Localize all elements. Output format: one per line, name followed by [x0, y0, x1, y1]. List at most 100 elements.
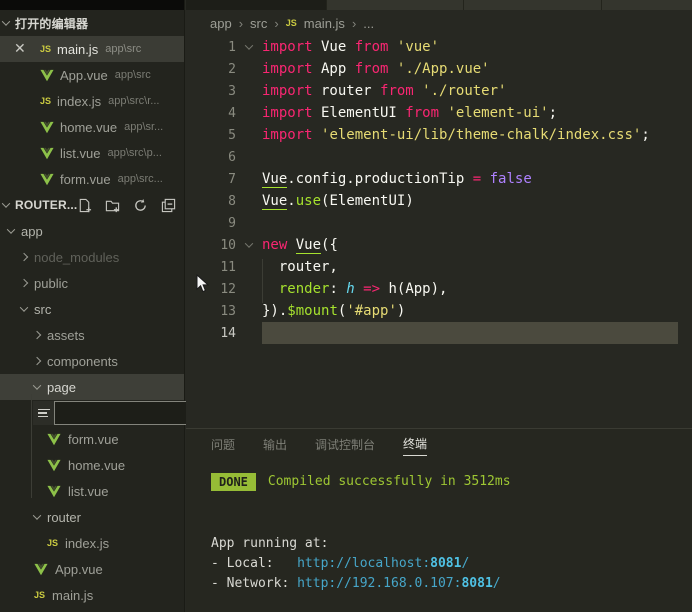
code-token: App	[312, 61, 355, 77]
tree-item-home.vue[interactable]: home.vue	[0, 452, 184, 478]
sidebar-top-strip	[0, 0, 184, 10]
code-text: import 'element-ui/lib/theme-chalk/index…	[262, 127, 650, 143]
line-number: 9	[228, 215, 236, 231]
breadcrumb: app › src › JS main.js › ...	[186, 10, 692, 36]
code-line-14[interactable]: 14	[186, 322, 692, 344]
fold-chevron-icon[interactable]	[244, 41, 254, 50]
code-line-6[interactable]: 6	[186, 146, 692, 168]
code-token: 'element-ui'	[447, 105, 549, 121]
line-number: 1	[228, 39, 236, 55]
open-editor-item-form.vue[interactable]: form.vue app\src...	[0, 166, 184, 192]
vue-file-icon	[47, 485, 61, 498]
code-token: }).	[262, 303, 288, 319]
tree-indent-guide	[31, 394, 32, 498]
code-line-8[interactable]: 8 Vue.use(ElementUI)	[186, 190, 692, 212]
tree-item-list.vue[interactable]: list.vue	[0, 478, 184, 504]
code-token: import	[262, 83, 313, 99]
code-line-9[interactable]: 9	[186, 212, 692, 234]
open-editor-filename: list.vue	[60, 145, 101, 161]
code-line-7[interactable]: 7 Vue.config.productionTip = false	[186, 168, 692, 190]
open-editor-filename: index.js	[57, 93, 102, 109]
new-folder-icon[interactable]	[105, 198, 120, 213]
code-token: $mount	[287, 303, 338, 319]
tree-item-form.vue[interactable]: form.vue	[0, 426, 184, 452]
tree-item-main.js[interactable]: JS main.js	[0, 582, 184, 608]
open-editor-item-App.vue[interactable]: App.vue app\src	[0, 62, 184, 88]
tab-terminal[interactable]: 终端	[403, 435, 428, 456]
code-line-11[interactable]: 11 router,	[186, 256, 692, 281]
tree-item-assets[interactable]: assets	[0, 322, 184, 348]
code-text: import App from './App.vue'	[262, 61, 490, 77]
open-editor-path: app\src\r...	[108, 95, 160, 107]
code-text: import router from './router'	[262, 83, 506, 99]
code-line-12[interactable]: 12 render: h => h(App),	[186, 278, 692, 303]
tab-divider	[326, 0, 327, 10]
tree-item-.gitignore[interactable]: .gitignore	[0, 608, 184, 612]
code-token: import	[262, 105, 313, 121]
open-editor-item-main.js[interactable]: ✕ JS main.js app\src	[0, 36, 184, 62]
tree-item-router[interactable]: router	[0, 504, 184, 530]
js-file-icon: JS	[40, 44, 52, 54]
code-line-13[interactable]: 13}).$mount('#app')	[186, 300, 692, 322]
code-line-5[interactable]: 5 import 'element-ui/lib/theme-chalk/inde…	[186, 124, 692, 146]
tab-problems[interactable]: 问题	[211, 436, 235, 456]
tree-item-node_modules[interactable]: node_modules	[0, 244, 184, 270]
breadcrumb-item-app[interactable]: app	[210, 16, 232, 31]
code-line-1[interactable]: 1 import Vue from 'vue'	[186, 36, 692, 58]
code-token: router	[312, 83, 381, 99]
line-number: 3	[228, 83, 236, 99]
collapse-all-icon[interactable]	[161, 198, 176, 213]
code-text: Vue.config.productionTip = false	[262, 171, 532, 188]
code-token: 'vue'	[396, 39, 440, 55]
tree-item-page[interactable]: page	[0, 374, 184, 400]
code-token: .config.productionTip	[287, 171, 473, 187]
tab-divider	[601, 0, 602, 10]
code-editor[interactable]: 1 import Vue from 'vue' 2 import App from '…	[186, 36, 692, 344]
open-editors-section-header[interactable]: 打开的编辑器	[0, 10, 184, 36]
refresh-icon[interactable]	[133, 198, 148, 213]
open-editor-item-list.vue[interactable]: list.vue app\src\p...	[0, 140, 184, 166]
explorer-section-label: ROUTER...	[15, 198, 78, 212]
code-token: Vue	[262, 171, 288, 188]
breadcrumb-item-src[interactable]: src	[250, 16, 267, 31]
tree-item-src[interactable]: src	[0, 296, 184, 322]
tree-item-app[interactable]: app	[0, 218, 184, 244]
tree-item-label: App.vue	[55, 561, 103, 577]
tree-item-label: assets	[47, 327, 85, 343]
breadcrumb-separator: ›	[274, 15, 279, 31]
open-editor-item-home.vue[interactable]: home.vue app\sr...	[0, 114, 184, 140]
file-tree: app node_modules public src assets components…	[0, 218, 240, 612]
tree-item-public[interactable]: public	[0, 270, 184, 296]
line-number: 5	[228, 127, 236, 143]
fold-chevron-icon[interactable]	[244, 239, 254, 248]
breadcrumb-item-file[interactable]: main.js	[304, 16, 345, 31]
close-icon[interactable]: ✕	[14, 40, 26, 57]
line-number: 11	[220, 259, 236, 275]
code-token: import	[262, 61, 313, 77]
tab-output[interactable]: 输出	[263, 436, 287, 456]
code-line-2[interactable]: 2 import App from './App.vue'	[186, 58, 692, 80]
tree-item-index.js[interactable]: JS index.js	[0, 530, 184, 556]
code-line-4[interactable]: 4 import ElementUI from 'element-ui';	[186, 102, 692, 124]
breadcrumb-item-symbol[interactable]: ...	[363, 16, 374, 31]
chevron-down-icon	[1, 199, 11, 208]
code-text: render: h => h(App),	[262, 281, 447, 303]
code-token: Vue	[262, 193, 288, 210]
tab-debug-console[interactable]: 调试控制台	[315, 436, 375, 456]
code-token: '#app'	[346, 303, 397, 319]
code-line-10[interactable]: 10 new Vue({	[186, 234, 692, 256]
open-editor-filename: form.vue	[60, 171, 111, 187]
tree-item-label: home.vue	[68, 457, 126, 473]
code-token: ;	[641, 127, 650, 143]
explorer-section-header[interactable]: ROUTER...	[0, 192, 184, 218]
code-line-3[interactable]: 3 import router from './router'	[186, 80, 692, 102]
code-token: import	[262, 127, 313, 143]
terminal-output[interactable]: DONE Compiled successfully in 3512ms App r…	[186, 462, 692, 593]
tree-item-App.vue[interactable]: App.vue	[0, 556, 184, 582]
terminal-token: /	[461, 555, 470, 571]
tree-item-components[interactable]: components	[0, 348, 184, 374]
new-file-icon[interactable]	[77, 198, 92, 213]
open-editor-item-index.js[interactable]: JS index.js app\src\r...	[0, 88, 184, 114]
editor-tab-strip[interactable]	[186, 0, 692, 10]
